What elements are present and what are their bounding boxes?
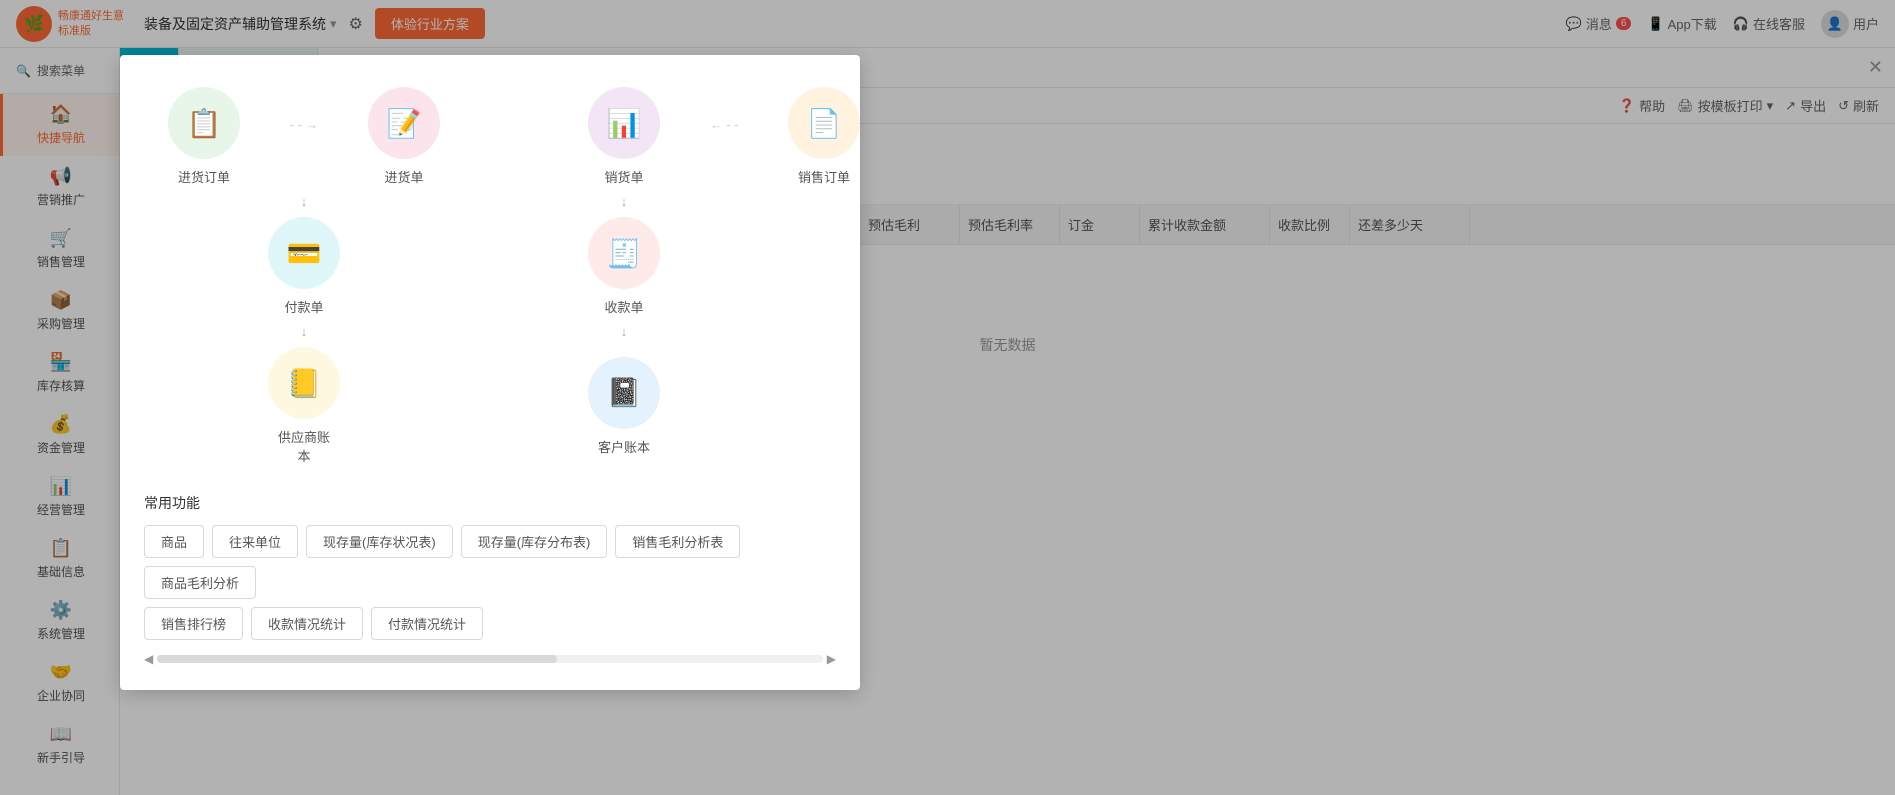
purchase-order-icon: 📋 xyxy=(168,87,240,159)
scrollbar-thumb xyxy=(157,655,556,663)
payment-bill-icon: 💳 xyxy=(268,217,340,289)
arrow-v1: ↓ xyxy=(264,194,344,209)
flow-node-customer-ledger[interactable]: 📓 客户账本 xyxy=(564,349,684,464)
cf-receipt-stats-button[interactable]: 收款情况统计 xyxy=(251,607,363,640)
arrow-v2: ↓ xyxy=(564,194,684,209)
sales-bill-icon: 📊 xyxy=(588,87,660,159)
purchase-bill-icon: 📝 xyxy=(368,87,440,159)
common-functions-section: 常用功能 商品 往来单位 现存量(库存状况表) 现存量(库存分布表) 销售毛利分… xyxy=(144,493,836,640)
scroll-right-icon[interactable]: ▶ xyxy=(827,652,836,666)
popup-overlay[interactable]: 📋 进货订单 - - → 📝 进货单 📊 销货单 - - → xyxy=(0,0,1895,795)
cf-contacts-button[interactable]: 往来单位 xyxy=(212,525,298,558)
flow-node-purchase-order[interactable]: 📋 进货订单 xyxy=(144,79,264,194)
scroll-left-icon[interactable]: ◀ xyxy=(144,652,153,666)
flow-node-payment-bill[interactable]: 💳 付款单 xyxy=(264,209,344,324)
supplier-ledger-icon: 📒 xyxy=(268,347,340,419)
cf-sales-rank-button[interactable]: 销售排行榜 xyxy=(144,607,243,640)
sales-order-label: 销售订单 xyxy=(798,167,850,186)
sales-order-icon: 📄 xyxy=(788,87,860,159)
popup-container: 📋 进货订单 - - → 📝 进货单 📊 销货单 - - → xyxy=(120,55,860,690)
cf-sales-gross-button[interactable]: 销售毛利分析表 xyxy=(615,525,740,558)
scrollbar-track[interactable] xyxy=(157,655,823,663)
common-functions-row2: 销售排行榜 收款情况统计 付款情况统计 xyxy=(144,607,836,640)
sales-bill-label: 销货单 xyxy=(604,167,643,186)
cf-goods-button[interactable]: 商品 xyxy=(144,525,204,558)
cf-stock-status-button[interactable]: 现存量(库存状况表) xyxy=(306,525,453,558)
payment-bill-label: 付款单 xyxy=(284,297,323,316)
popup-scrollbar: ◀ ▶ xyxy=(144,652,836,666)
arrow-v3: ↓ xyxy=(264,324,344,339)
customer-ledger-icon: 📓 xyxy=(588,357,660,429)
flow-node-purchase-bill[interactable]: 📝 进货单 xyxy=(344,79,464,194)
cf-goods-gross-button[interactable]: 商品毛利分析 xyxy=(144,566,256,599)
cf-stock-dist-button[interactable]: 现存量(库存分布表) xyxy=(461,525,608,558)
flow-node-supplier-ledger[interactable]: 📒 供应商账本 xyxy=(264,339,344,473)
flow-node-sales-bill[interactable]: 📊 销货单 xyxy=(564,79,684,194)
arrow-h1: - - → xyxy=(264,117,344,156)
receipt-bill-label: 收款单 xyxy=(604,297,643,316)
app-wrapper: 🌿 畅康通好生意 标准版 装备及固定资产辅助管理系统 ▾ ⚙ 体验行业方案 💬 … xyxy=(0,0,1895,795)
flow-diagram: 📋 进货订单 - - → 📝 进货单 📊 销货单 - - → xyxy=(144,79,836,473)
flow-node-receipt-bill[interactable]: 🧾 收款单 xyxy=(564,209,684,324)
cf-payment-stats-button[interactable]: 付款情况统计 xyxy=(371,607,483,640)
arrow-h2: - - → xyxy=(684,117,764,156)
flow-node-sales-order[interactable]: 📄 销售订单 xyxy=(764,79,884,194)
common-functions-row1: 商品 往来单位 现存量(库存状况表) 现存量(库存分布表) 销售毛利分析表 商品… xyxy=(144,525,836,599)
arrow-v4: ↓ xyxy=(564,324,684,339)
supplier-ledger-label: 供应商账本 xyxy=(272,427,336,465)
receipt-bill-icon: 🧾 xyxy=(588,217,660,289)
purchase-bill-label: 进货单 xyxy=(384,167,423,186)
common-functions-title: 常用功能 xyxy=(144,493,836,513)
purchase-order-label: 进货订单 xyxy=(178,167,230,186)
customer-ledger-label: 客户账本 xyxy=(598,437,650,456)
